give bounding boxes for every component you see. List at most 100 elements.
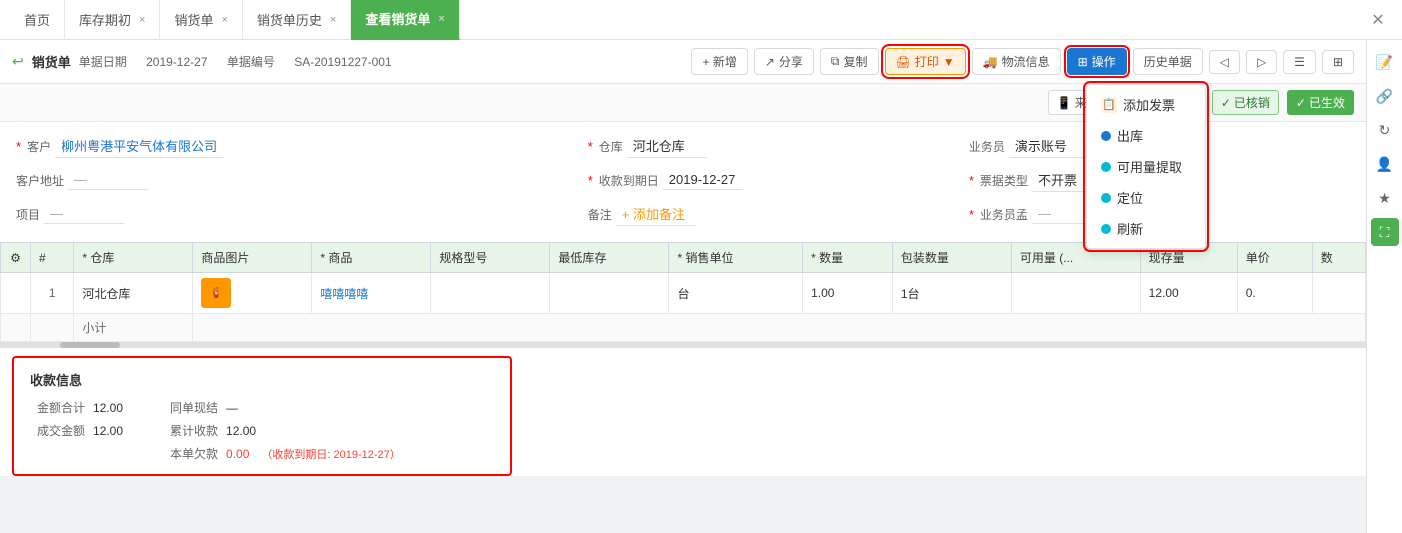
dropdown-available-qty[interactable]: 可用量提取 xyxy=(1087,151,1205,182)
payment-info-box: 收款信息 金额合计 12.00 成交金额 12.00 同单现结 — xyxy=(12,356,512,476)
right-sidebar: 📝 🔗 ↻ 👤 ★ ⛶ xyxy=(1366,40,1402,533)
remark-add-btn[interactable]: + 添加备注 xyxy=(616,202,696,226)
payment-same-order: 同单现结 — xyxy=(163,399,401,416)
date-label: 单据日期 xyxy=(79,55,127,69)
print-button[interactable]: 🖨 打印 ▼ xyxy=(885,48,966,75)
circle-cyan-icon xyxy=(1101,162,1111,172)
payment-rows: 金额合计 12.00 成交金额 12.00 同单现结 — 累计收款 xyxy=(30,399,494,462)
tab-sales-order-close[interactable]: × xyxy=(221,14,227,26)
row-product-img: 🧯 xyxy=(193,273,312,314)
tab-view-sales-close[interactable]: × xyxy=(438,13,444,25)
col-spec: 规格型号 xyxy=(431,243,550,273)
row-pack-qty: 1台 xyxy=(892,273,1011,314)
confirmed-button[interactable]: ✓ 已核销 xyxy=(1212,90,1279,115)
col-min-stock: 最低库存 xyxy=(550,243,669,273)
warehouse-label: 仓库 xyxy=(599,138,623,155)
circle-cyan3-icon xyxy=(1101,224,1111,234)
doc-icon: ↩ xyxy=(12,53,24,70)
payment-col-right: 同单现结 — 累计收款 12.00 本单欠款 0.00 （收款到期日: 2019… xyxy=(163,399,401,462)
row-min-stock xyxy=(550,273,669,314)
table-scrollbar[interactable] xyxy=(0,342,1366,348)
col-num: # xyxy=(31,243,74,273)
sidebar-expand-icon[interactable]: ⛶ xyxy=(1371,218,1399,246)
effective-button[interactable]: ✓ 已生效 xyxy=(1287,90,1354,115)
tab-sales-order[interactable]: 销货单 × xyxy=(160,0,242,40)
operation-dropdown: 📋 添加发票 出库 可用量提取 定位 刷新 xyxy=(1086,84,1206,249)
sidebar-edit-icon[interactable]: 📝 xyxy=(1371,48,1399,76)
share-button[interactable]: ↗ 分享 xyxy=(754,48,814,75)
view-list-button[interactable]: ☰ xyxy=(1283,50,1316,74)
total-amount-value: 12.00 xyxy=(93,401,123,415)
print-dropdown-arrow[interactable]: ▼ xyxy=(943,55,955,69)
copy-button[interactable]: ⧉ 复制 xyxy=(820,48,879,75)
tab-bar: 首页 库存期初 × 销货单 × 销货单历史 × 查看销货单 × ✕ xyxy=(0,0,1402,40)
owed-extra: （收款到期日: 2019-12-27） xyxy=(261,446,400,462)
payment-date-value[interactable]: 2019-12-27 xyxy=(663,170,743,190)
sidebar-star-icon[interactable]: ★ xyxy=(1371,184,1399,212)
payment-info-title: 收款信息 xyxy=(30,370,494,389)
tab-view-sales[interactable]: 查看销货单 × xyxy=(351,0,459,40)
doc-meta: 单据日期 2019-12-27 单据编号 SA-20191227-001 xyxy=(79,53,404,70)
deal-amount-value: 12.00 xyxy=(93,424,123,438)
tab-inventory-init[interactable]: 库存期初 × xyxy=(65,0,160,40)
dropdown-locate[interactable]: 定位 xyxy=(1087,182,1205,213)
nav-next-button[interactable]: ▷ xyxy=(1246,50,1277,74)
subtotal-empty xyxy=(31,314,74,342)
tab-sales-history-close[interactable]: × xyxy=(330,14,336,26)
staff-value: 演示账号 xyxy=(1009,134,1089,158)
sidebar-user-icon[interactable]: 👤 xyxy=(1371,150,1399,178)
product-table: ⚙ # * 仓库 商品图片 * 商品 规格型号 最低库存 * 销售单位 * 数量… xyxy=(0,242,1366,342)
scrollbar-thumb[interactable] xyxy=(60,342,120,348)
address-label: 客户地址 xyxy=(16,172,64,189)
project-label: 项目 xyxy=(16,206,40,223)
address-field: 客户地址 — xyxy=(16,170,588,190)
row-warehouse: 河北仓库 xyxy=(74,273,193,314)
product-table-container: ⚙ # * 仓库 商品图片 * 商品 规格型号 最低库存 * 销售单位 * 数量… xyxy=(0,242,1366,342)
history-button[interactable]: 历史单据 xyxy=(1133,48,1203,75)
dropdown-add-invoice[interactable]: 📋 添加发票 xyxy=(1087,89,1205,120)
cumulative-value: 12.00 xyxy=(226,424,256,438)
project-field: 项目 — xyxy=(16,204,588,224)
view-grid-button[interactable]: ⊞ xyxy=(1322,50,1354,74)
row-product[interactable]: 嘻嘻嘻嘻 xyxy=(312,273,431,314)
warehouse-value[interactable]: 河北仓库 xyxy=(627,134,707,158)
new-button[interactable]: + 新增 xyxy=(691,48,747,75)
nav-prev-button[interactable]: ◁ xyxy=(1209,50,1240,74)
window-close-button[interactable]: ✕ xyxy=(1364,6,1392,34)
col-warehouse: * 仓库 xyxy=(74,243,193,273)
subtotal-gear xyxy=(1,314,31,342)
logistics-button[interactable]: 🚚 物流信息 xyxy=(972,48,1061,75)
sidebar-rotate-icon[interactable]: ↻ xyxy=(1371,116,1399,144)
row-num: 1 xyxy=(31,273,74,314)
row-gear[interactable] xyxy=(1,273,31,314)
owed-value: 0.00 xyxy=(226,447,249,461)
copy-icon: ⧉ xyxy=(831,54,840,69)
dropdown-refresh[interactable]: 刷新 xyxy=(1087,213,1205,244)
customer-field: * 客户 柳州粤港平安气体有限公司 xyxy=(16,134,588,158)
same-order-value: — xyxy=(226,401,238,415)
date-value: 2019-12-27 xyxy=(146,55,207,69)
dropdown-outbound[interactable]: 出库 xyxy=(1087,120,1205,151)
staff2-label: 业务员孟 xyxy=(980,206,1028,223)
project-value: — xyxy=(44,204,124,224)
tab-home[interactable]: 首页 xyxy=(10,0,65,40)
owed-label: 本单欠款 xyxy=(163,445,218,462)
grid-icon: ⊞ xyxy=(1078,55,1088,69)
doc-title-area: ↩ 销货单 单据日期 2019-12-27 单据编号 SA-20191227-0… xyxy=(12,52,404,71)
col-gear[interactable]: ⚙ xyxy=(1,243,31,273)
row-current-stock: 12.00 xyxy=(1140,273,1237,314)
customer-label: 客户 xyxy=(27,138,51,155)
row-unit-price: 0. xyxy=(1237,273,1312,314)
tab-sales-history[interactable]: 销货单历史 × xyxy=(243,0,351,40)
truck-icon: 🚚 xyxy=(983,55,998,69)
number-label: 单据编号 xyxy=(227,55,275,69)
check-icon: ✓ xyxy=(1221,96,1231,110)
invoice-icon: 📋 xyxy=(1101,97,1117,113)
subtotal-data xyxy=(193,314,1366,342)
payment-cumulative: 累计收款 12.00 xyxy=(163,422,401,439)
sidebar-link-icon[interactable]: 🔗 xyxy=(1371,82,1399,110)
customer-value[interactable]: 柳州粤港平安气体有限公司 xyxy=(55,134,223,158)
tab-inventory-init-close[interactable]: × xyxy=(139,14,145,26)
share-icon: ↗ xyxy=(765,55,775,69)
operation-button[interactable]: ⊞ 操作 xyxy=(1067,48,1127,75)
